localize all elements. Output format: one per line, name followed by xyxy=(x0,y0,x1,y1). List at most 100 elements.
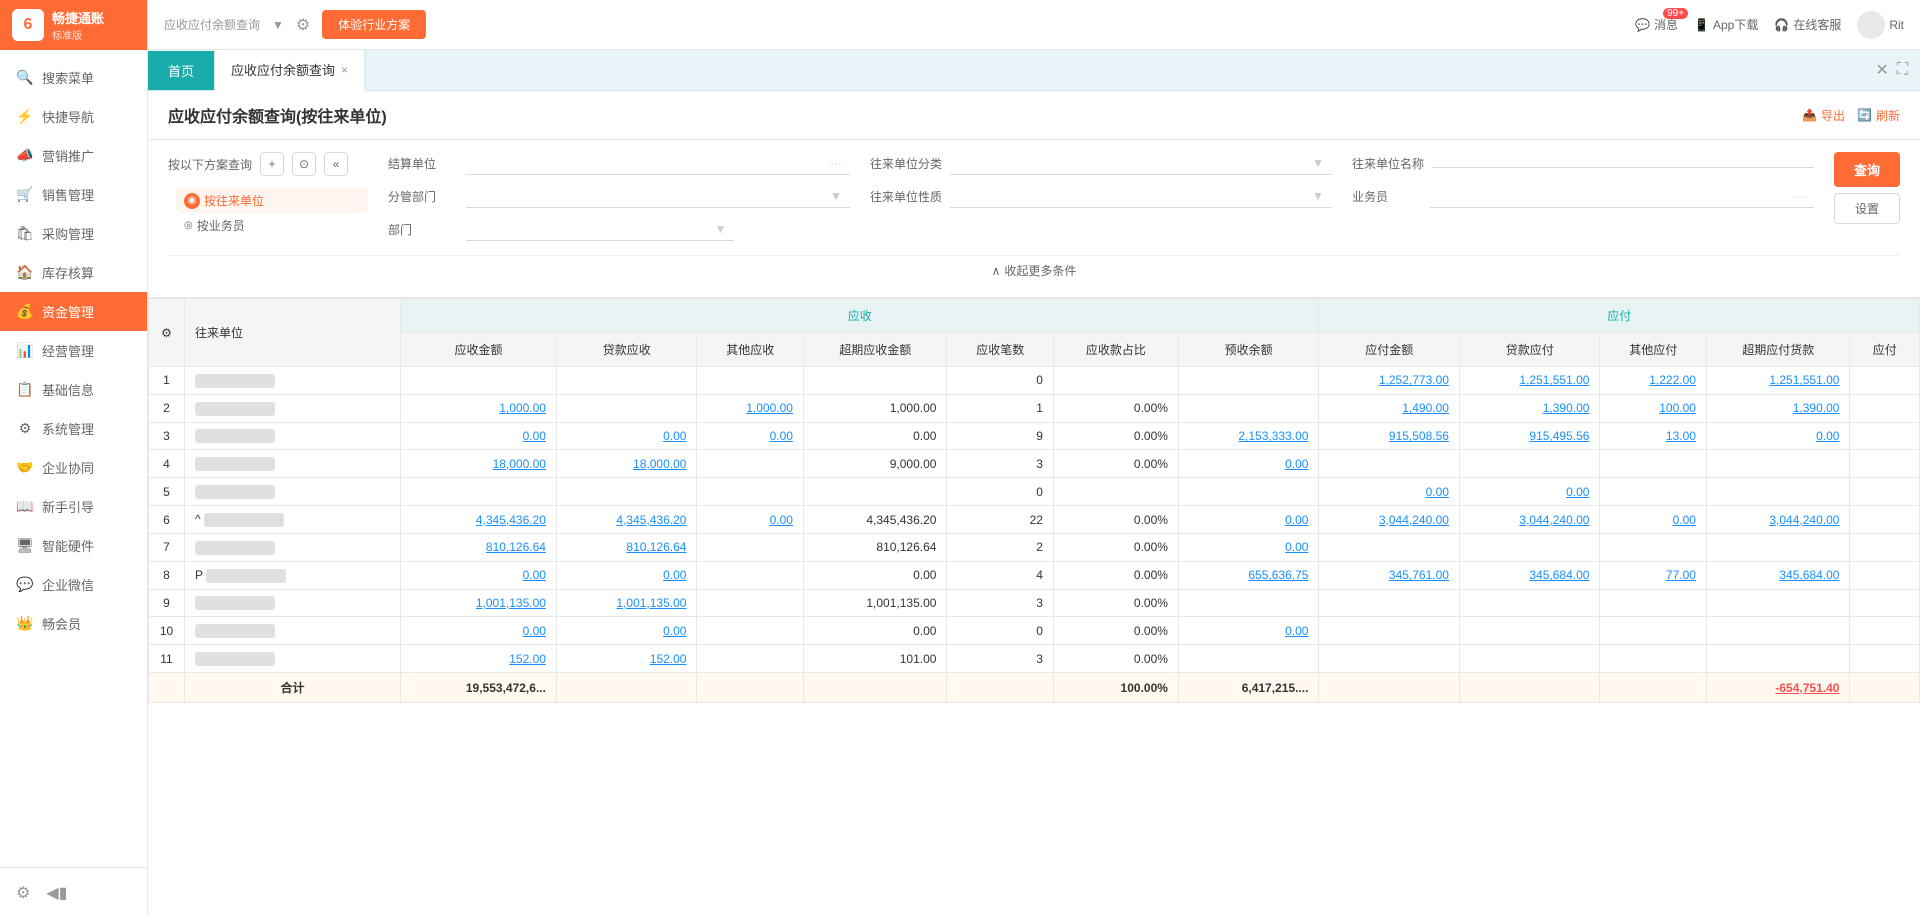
footer-settings-btn[interactable]: ⚙ xyxy=(16,883,30,903)
sidebar-item-marketing[interactable]: 📣 营销推广 xyxy=(0,136,147,175)
cell-link[interactable]: 0.00 xyxy=(1178,506,1319,534)
cell-link[interactable]: 152.00 xyxy=(556,645,697,673)
sidebar-item-hardware[interactable]: 🖥 智能硬件 xyxy=(0,526,147,565)
sidebar-item-sales[interactable]: 🛒 销售管理 xyxy=(0,175,147,214)
cell-link[interactable]: 3,044,240.00 xyxy=(1459,506,1600,534)
filter-department-input[interactable]: ▼ xyxy=(466,218,734,241)
sidebar-item-coop[interactable]: 🤝 企业协同 xyxy=(0,448,147,487)
footer-recv-ratio: 100.00% xyxy=(1053,673,1178,703)
filter-partner-name-input[interactable] xyxy=(1432,159,1814,168)
export-btn[interactable]: 📤 导出 xyxy=(1802,107,1845,124)
cell-link[interactable]: 0.00 xyxy=(401,422,557,450)
footer-pay-overdue[interactable]: -654,751.40 xyxy=(1706,673,1850,703)
sidebar-item-base[interactable]: 📋 基础信息 xyxy=(0,370,147,409)
user-action[interactable]: Rit xyxy=(1857,11,1904,39)
cell-link[interactable]: 1,222.00 xyxy=(1600,367,1706,395)
footer-collapse-btn[interactable]: ◀▮ xyxy=(46,883,67,903)
sidebar-icon-finance: 💰 xyxy=(16,303,34,321)
sidebar-item-guide[interactable]: 📖 新手引导 xyxy=(0,487,147,526)
tab-home[interactable]: 首页 xyxy=(148,51,215,90)
cell-link[interactable]: 100.00 xyxy=(1600,394,1706,422)
cell-link[interactable]: 3,044,240.00 xyxy=(1319,506,1460,534)
filter-partner-category-input[interactable]: ▼ xyxy=(950,152,1332,175)
filter-settlement-unit-input[interactable]: ··· xyxy=(466,152,850,175)
cell-link[interactable]: 655,636.75 xyxy=(1178,561,1319,589)
cell-link[interactable]: 1,251,551.00 xyxy=(1459,367,1600,395)
app-download-action[interactable]: 📱 App下载 xyxy=(1694,16,1758,33)
cell-link[interactable]: 0.00 xyxy=(401,561,557,589)
sidebar-item-member[interactable]: 👑 畅会员 xyxy=(0,604,147,643)
tab-close-window-btn[interactable]: ✕ xyxy=(1875,60,1888,80)
cell-link[interactable]: 0.00 xyxy=(697,506,803,534)
cell-link[interactable]: 4,345,436.20 xyxy=(401,506,557,534)
cell-link[interactable]: 0.00 xyxy=(1319,478,1460,506)
cell-link[interactable]: 810,126.64 xyxy=(401,533,557,561)
cell-link[interactable]: 345,684.00 xyxy=(1706,561,1850,589)
tab-fullscreen-btn[interactable]: ⛶ xyxy=(1897,61,1908,79)
cell-link[interactable]: 18,000.00 xyxy=(401,450,557,478)
cell-link[interactable]: 1,001,135.00 xyxy=(401,589,557,617)
cell-link[interactable]: 1,490.00 xyxy=(1319,394,1460,422)
cell-link[interactable]: 0.00 xyxy=(1178,617,1319,645)
query-button[interactable]: 查询 xyxy=(1834,152,1900,187)
sidebar-item-search[interactable]: 🔍 搜索菜单 xyxy=(0,58,147,97)
cell-link[interactable]: 0.00 xyxy=(401,617,557,645)
cell-link[interactable]: 0.00 xyxy=(556,617,697,645)
filter-add-btn[interactable]: + xyxy=(260,152,284,176)
cell-link[interactable]: 915,495.56 xyxy=(1459,422,1600,450)
header-settings-icon[interactable]: ⚙ xyxy=(296,15,310,35)
cell-link[interactable]: 1,001,135.00 xyxy=(556,589,697,617)
filter-dept-input[interactable]: ▼ xyxy=(466,185,850,208)
cell-empty xyxy=(1319,533,1460,561)
online-service-action[interactable]: 🎧 在线客服 xyxy=(1774,16,1841,33)
cell-link[interactable]: 1,251,551.00 xyxy=(1706,367,1850,395)
cell-link[interactable]: 1,000.00 xyxy=(401,394,557,422)
th-settings[interactable]: ⚙ xyxy=(149,299,185,367)
cell-link[interactable]: 1,390.00 xyxy=(1706,394,1850,422)
cell-link[interactable]: 13.00 xyxy=(1600,422,1706,450)
sidebar-item-wechat[interactable]: 💬 企业微信 xyxy=(0,565,147,604)
cell-link[interactable]: 0.00 xyxy=(1178,450,1319,478)
cell-link[interactable]: 1,390.00 xyxy=(1459,394,1600,422)
cell-link[interactable]: 77.00 xyxy=(1600,561,1706,589)
settings-button[interactable]: 设置 xyxy=(1834,193,1900,224)
filter-salesperson-input[interactable]: ··· xyxy=(1430,185,1814,208)
tab-close-btn[interactable]: × xyxy=(341,63,348,77)
header-breadcrumb: 应收应付余额查询 xyxy=(164,16,260,33)
cell-link[interactable]: 0.00 xyxy=(1178,533,1319,561)
cell-link[interactable]: 0.00 xyxy=(1459,478,1600,506)
cell-link[interactable]: 1,000.00 xyxy=(697,394,803,422)
filter-scheme-active[interactable]: ◉ 按往来单位 xyxy=(176,188,368,213)
cell-link[interactable]: 3,044,240.00 xyxy=(1706,506,1850,534)
sidebar-item-business[interactable]: 📊 经营管理 xyxy=(0,331,147,370)
sidebar-item-finance[interactable]: 💰 资金管理 xyxy=(0,292,147,331)
cell-link[interactable]: 0.00 xyxy=(556,422,697,450)
message-action[interactable]: 💬 消息 99+ xyxy=(1635,16,1678,33)
cell-link[interactable]: 915,508.56 xyxy=(1319,422,1460,450)
sidebar-item-system[interactable]: ⚙ 系统管理 xyxy=(0,409,147,448)
sidebar-item-purchase[interactable]: 🛍 采购管理 xyxy=(0,214,147,253)
sidebar-item-quick[interactable]: ⚡ 快捷导航 xyxy=(0,97,147,136)
filter-config-btn[interactable]: ⊙ xyxy=(292,152,316,176)
filter-partner-nature-input[interactable]: ▼ xyxy=(950,185,1332,208)
cell-link[interactable]: 2,153,333.00 xyxy=(1178,422,1319,450)
tab-active[interactable]: 应收应付余额查询 × xyxy=(215,50,365,91)
cell-link[interactable]: 345,761.00 xyxy=(1319,561,1460,589)
cell-link[interactable]: 152.00 xyxy=(401,645,557,673)
promo-button[interactable]: 体验行业方案 xyxy=(322,10,426,39)
filter-scheme-option[interactable]: ◎ 按业务员 xyxy=(176,213,368,238)
cell-link[interactable]: 0.00 xyxy=(1600,506,1706,534)
cell-link[interactable]: 0.00 xyxy=(1706,422,1850,450)
sidebar-item-inventory[interactable]: 🏠 库存核算 xyxy=(0,253,147,292)
cell-link[interactable]: 1,252,773.00 xyxy=(1319,367,1460,395)
collapse-btn[interactable]: ∧ 收起更多条件 xyxy=(168,255,1900,285)
cell-link[interactable]: 18,000.00 xyxy=(556,450,697,478)
cell-link[interactable]: 0.00 xyxy=(697,422,803,450)
cell-link[interactable]: 345,684.00 xyxy=(1459,561,1600,589)
table-row: 11 152.00 152.00 101.00 3 0.00% xyxy=(149,645,1920,673)
cell-link[interactable]: 810,126.64 xyxy=(556,533,697,561)
cell-link[interactable]: 0.00 xyxy=(556,561,697,589)
filter-collapse-btn[interactable]: « xyxy=(324,152,348,176)
refresh-btn[interactable]: 🔄 刷新 xyxy=(1857,107,1900,124)
cell-link[interactable]: 4,345,436.20 xyxy=(556,506,697,534)
